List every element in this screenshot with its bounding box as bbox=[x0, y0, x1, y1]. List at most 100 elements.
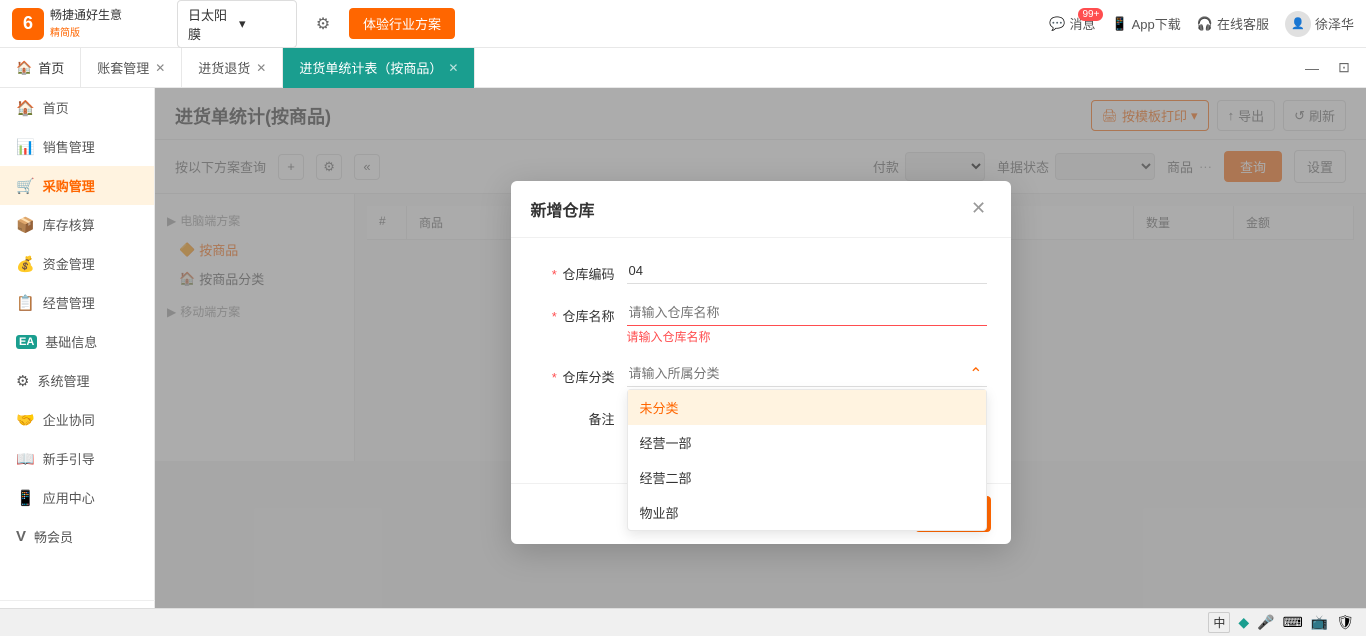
name-error-msg: 请输入仓库名称 bbox=[627, 328, 987, 345]
modal-close-btn[interactable]: ✕ bbox=[967, 197, 991, 221]
category-dropdown: 未分类 经营一部 经营二部 物业部 bbox=[627, 389, 987, 531]
dropdown-item-0[interactable]: 未分类 bbox=[628, 390, 986, 425]
tab-expand-btn[interactable]: ⊡ bbox=[1330, 54, 1358, 82]
username: 徐泽华 bbox=[1315, 14, 1354, 33]
online-service-item[interactable]: 🎧 在线客服 bbox=[1197, 14, 1269, 33]
tab-purchase-stats-close[interactable]: ✕ bbox=[448, 61, 458, 75]
sidebar-collab-label: 企业协同 bbox=[43, 410, 95, 429]
monitor-icon[interactable]: 📺 bbox=[1311, 614, 1328, 631]
sidebar-guide-label: 新手引导 bbox=[43, 449, 95, 468]
sidebar-item-purchase[interactable]: 🛒 采购管理 bbox=[0, 166, 154, 205]
name-label: * 仓库名称 bbox=[535, 300, 615, 325]
category-label: * 仓库分类 bbox=[535, 361, 615, 386]
shield-icon[interactable]: 🛡 bbox=[1336, 614, 1354, 631]
dropdown-item-1[interactable]: 经营一部 bbox=[628, 425, 986, 460]
headset-icon: 🎧 bbox=[1197, 16, 1213, 32]
online-service-label: 在线客服 bbox=[1217, 14, 1269, 33]
sidebar-item-system[interactable]: ⚙ 系统管理 bbox=[0, 361, 154, 400]
store-name: 日太阳膜 bbox=[188, 5, 235, 43]
tab-purchase-stats[interactable]: 进货单统计表（按商品） ✕ bbox=[283, 48, 475, 88]
add-warehouse-modal: 新增仓库 ✕ * 仓库编码 bbox=[511, 181, 1011, 544]
code-label: * 仓库编码 bbox=[535, 258, 615, 283]
tab-account[interactable]: 账套管理 ✕ bbox=[81, 48, 182, 88]
logo-text: 畅捷通好生意 bbox=[50, 8, 122, 24]
mic-icon[interactable]: 🎤 bbox=[1257, 614, 1274, 631]
system-icon: ⚙ bbox=[16, 372, 29, 390]
collab-icon: 🤝 bbox=[16, 411, 35, 429]
sidebar-sales-label: 销售管理 bbox=[43, 137, 95, 156]
dropdown-item-2[interactable]: 经营二部 bbox=[628, 460, 986, 495]
sidebar-item-home[interactable]: 🏠 首页 bbox=[0, 88, 154, 127]
sidebar-basic-label: 基础信息 bbox=[45, 332, 97, 351]
message-icon: 💬 bbox=[1049, 16, 1065, 32]
sidebar-item-inventory[interactable]: 📦 库存核算 bbox=[0, 205, 154, 244]
main-layout: 🏠 首页 📊 销售管理 🛒 采购管理 📦 库存核算 💰 资金管理 📋 经营管理 … bbox=[0, 88, 1366, 636]
sidebar-item-collab[interactable]: 🤝 企业协同 bbox=[0, 400, 154, 439]
tab-home[interactable]: 🏠 首页 bbox=[0, 48, 81, 88]
modal-overlay: 新增仓库 ✕ * 仓库编码 bbox=[155, 88, 1366, 636]
keyboard-icon[interactable]: ⌨ bbox=[1283, 614, 1303, 631]
sidebar-purchase-label: 采购管理 bbox=[43, 176, 95, 195]
top-nav: 6 畅捷通好生意 精简版 日太阳膜 ▾ ⚙ 体验行业方案 💬 消息 99+ 📱 … bbox=[0, 0, 1366, 48]
sidebar-item-sales[interactable]: 📊 销售管理 bbox=[0, 127, 154, 166]
sidebar-item-basic[interactable]: EA 基础信息 bbox=[0, 322, 154, 361]
name-input[interactable] bbox=[627, 300, 987, 326]
tab-account-close[interactable]: ✕ bbox=[155, 61, 165, 75]
modal-title: 新增仓库 bbox=[531, 197, 595, 221]
sidebar-inventory-label: 库存核算 bbox=[43, 215, 95, 234]
app-download-item[interactable]: 📱 App下载 bbox=[1111, 14, 1180, 33]
app-download-label: App下载 bbox=[1132, 14, 1181, 33]
bottom-status-bar: 中 ◆ 🎤 ⌨ 📺 🛡 bbox=[0, 608, 1366, 636]
appcenter-icon: 📱 bbox=[16, 489, 35, 507]
code-field: * 仓库编码 bbox=[535, 258, 987, 284]
category-field: * 仓库分类 ⌃ 未分类 经营一部 经 bbox=[535, 361, 987, 387]
user-item[interactable]: 👤 徐泽华 bbox=[1285, 11, 1354, 37]
store-selector[interactable]: 日太阳膜 ▾ bbox=[177, 0, 297, 48]
home-icon: 🏠 bbox=[16, 60, 32, 76]
modal-header: 新增仓库 ✕ bbox=[511, 181, 1011, 238]
category-input-wrap: ⌃ 未分类 经营一部 经营二部 物业部 bbox=[627, 361, 987, 387]
name-field: * 仓库名称 请输入仓库名称 bbox=[535, 300, 987, 345]
tab-home-label: 首页 bbox=[38, 58, 64, 77]
tab-actions: — ⊡ bbox=[1298, 54, 1366, 82]
name-required-star: * bbox=[552, 309, 557, 324]
message-item[interactable]: 💬 消息 99+ bbox=[1049, 14, 1095, 33]
content-area: 进货单统计(按商品) 🖨 按模板打印 ▾ ↑ 导出 ↺ 刷新 bbox=[155, 88, 1366, 636]
trial-button[interactable]: 体验行业方案 bbox=[349, 8, 455, 39]
sidebar-item-management[interactable]: 📋 经营管理 bbox=[0, 283, 154, 322]
dropdown-item-3[interactable]: 物业部 bbox=[628, 495, 986, 530]
category-arrow-icon[interactable]: ⌃ bbox=[969, 364, 982, 384]
purchase-icon: 🛒 bbox=[16, 177, 35, 195]
modal-body: * 仓库编码 * 仓库名称 bbox=[511, 238, 1011, 483]
tab-account-label: 账套管理 bbox=[97, 58, 149, 77]
category-input[interactable] bbox=[627, 361, 987, 387]
tab-collapse-btn[interactable]: — bbox=[1298, 54, 1326, 82]
sidebar-finance-label: 资金管理 bbox=[43, 254, 95, 273]
tab-bar: 🏠 首页 账套管理 ✕ 进货退货 ✕ 进货单统计表（按商品） ✕ — ⊡ bbox=[0, 48, 1366, 88]
logo-badge: 精简版 bbox=[50, 24, 122, 39]
sidebar-item-finance[interactable]: 💰 资金管理 bbox=[0, 244, 154, 283]
sidebar-system-label: 系统管理 bbox=[37, 371, 89, 390]
management-icon: 📋 bbox=[16, 294, 35, 312]
tab-purchase-return-close[interactable]: ✕ bbox=[256, 61, 266, 75]
tab-purchase-stats-label: 进货单统计表（按商品） bbox=[299, 58, 442, 77]
phone-icon: 📱 bbox=[1111, 16, 1127, 32]
sidebar-management-label: 经营管理 bbox=[43, 293, 95, 312]
sidebar-home-label: 首页 bbox=[43, 98, 69, 117]
sidebar-item-guide[interactable]: 📖 新手引导 bbox=[0, 439, 154, 478]
sidebar-item-appcenter[interactable]: 📱 应用中心 bbox=[0, 478, 154, 517]
code-input[interactable] bbox=[627, 258, 987, 284]
tab-purchase-return[interactable]: 进货退货 ✕ bbox=[182, 48, 283, 88]
settings-btn[interactable]: ⚙ bbox=[307, 8, 339, 40]
sidebar: 🏠 首页 📊 销售管理 🛒 采购管理 📦 库存核算 💰 资金管理 📋 经营管理 … bbox=[0, 88, 155, 636]
code-required-star: * bbox=[552, 267, 557, 282]
inventory-icon: 📦 bbox=[16, 216, 35, 234]
category-required-star: * bbox=[552, 370, 557, 385]
zh-input-indicator[interactable]: 中 bbox=[1208, 612, 1230, 633]
sidebar-appcenter-label: 应用中心 bbox=[43, 488, 95, 507]
home-sidebar-icon: 🏠 bbox=[16, 99, 35, 117]
sidebar-item-vip[interactable]: V 畅会员 bbox=[0, 517, 154, 556]
basic-icon: EA bbox=[16, 335, 37, 349]
sidebar-vip-label: 畅会员 bbox=[34, 527, 73, 546]
category-select-wrapper: ⌃ bbox=[627, 361, 987, 387]
